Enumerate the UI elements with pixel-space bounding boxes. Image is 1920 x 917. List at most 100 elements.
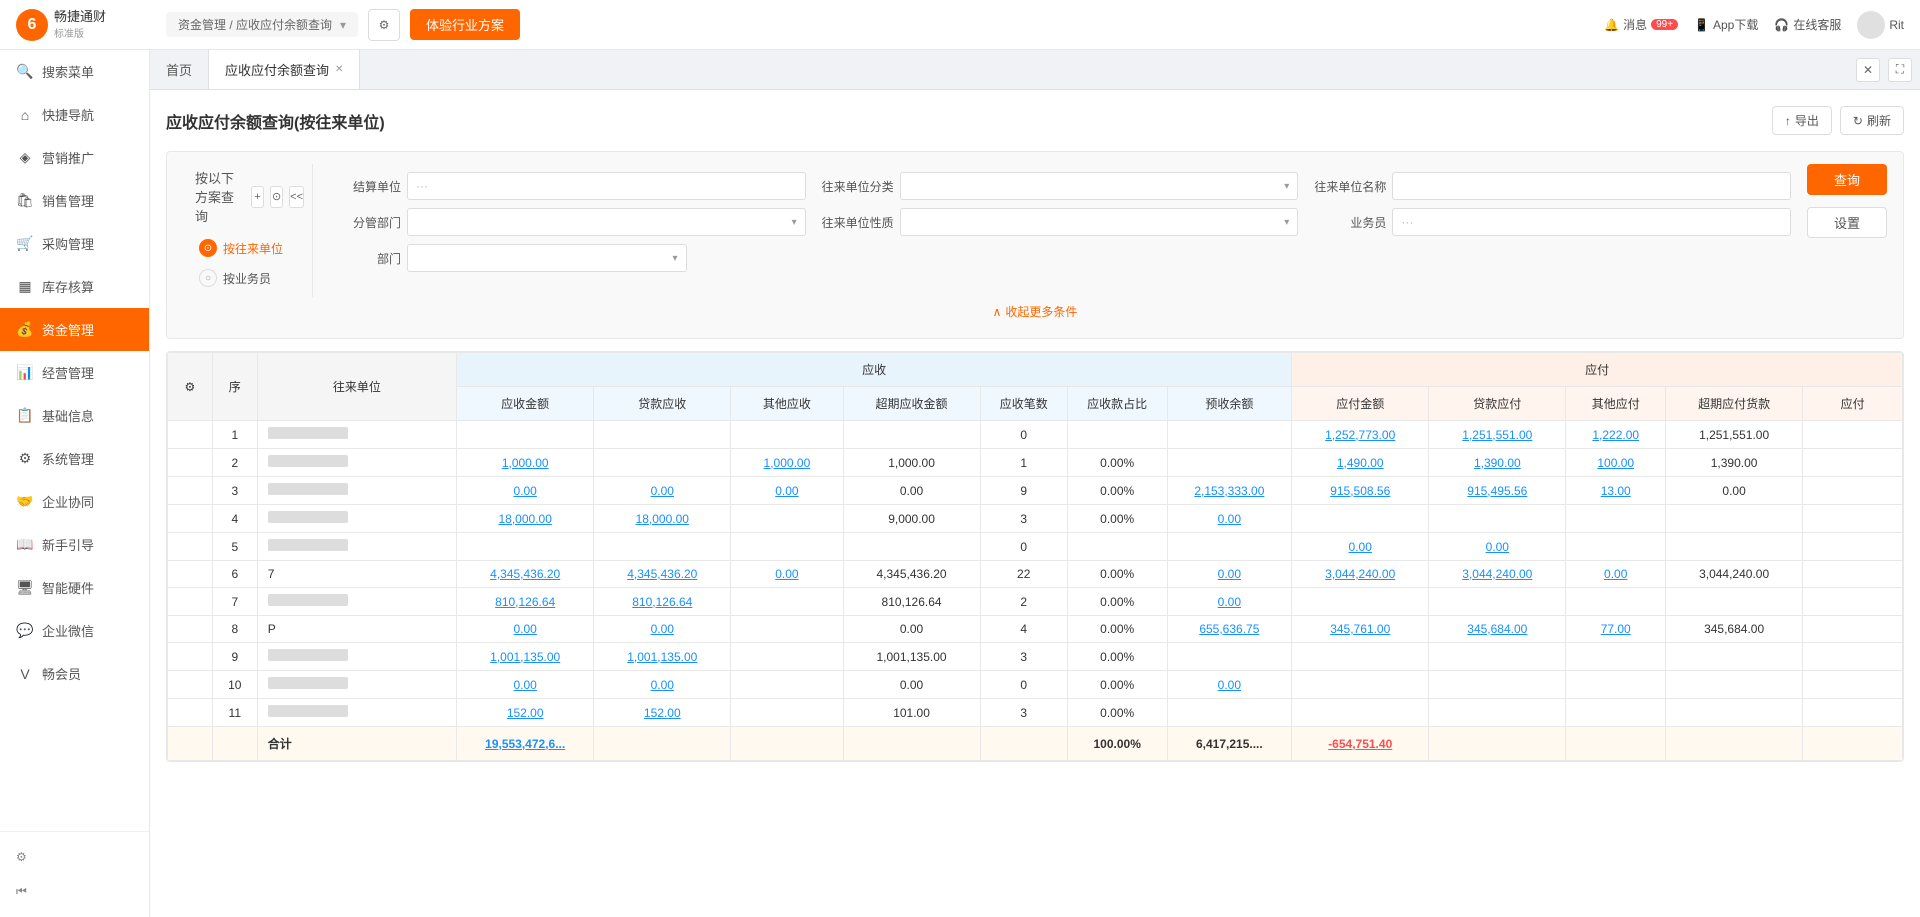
industry-solution-button[interactable]: 体验行业方案 (410, 9, 520, 40)
table-cell (1803, 421, 1903, 449)
table-cell[interactable]: 810,126.64 (594, 588, 731, 616)
th-partner: 往来单位 (257, 353, 456, 421)
settlement-unit-input[interactable]: ··· (407, 172, 806, 200)
sidebar-settings-button[interactable]: ⚙ (0, 840, 149, 874)
table-cell (594, 533, 731, 561)
user-area[interactable]: Rit (1857, 11, 1904, 39)
sidebar-item-marketing[interactable]: ◈ 营销推广 (0, 136, 149, 179)
filter-collapse-button[interactable]: << (289, 186, 304, 208)
query-option-by-salesman[interactable]: ○ 按业务员 (187, 263, 312, 293)
query-button[interactable]: 查询 (1807, 164, 1887, 195)
table-cell[interactable]: 1,490.00 (1292, 449, 1429, 477)
th-settings[interactable]: ⚙ (168, 353, 213, 421)
sidebar-collapse-button[interactable]: ⏮ (0, 874, 149, 909)
department-input[interactable]: ▾ (407, 244, 687, 272)
table-cell[interactable]: 13.00 (1566, 477, 1666, 505)
table-cell[interactable]: 1,000.00 (457, 449, 594, 477)
app-download-button[interactable]: 📱 App下载 (1694, 16, 1758, 33)
table-cell[interactable]: 1,390.00 (1429, 449, 1566, 477)
supervisor-dept-input[interactable]: ▾ (407, 208, 806, 236)
tab-close-window-button[interactable]: ✕ (1856, 58, 1880, 82)
sidebar-item-finance[interactable]: 💰 资金管理 (0, 308, 149, 351)
sidebar-item-basic[interactable]: 📋 基础信息 (0, 394, 149, 437)
table-cell[interactable]: 810,126.64 (457, 588, 594, 616)
table-cell[interactable]: 915,508.56 (1292, 477, 1429, 505)
table-cell[interactable]: 0.00 (1167, 671, 1292, 699)
table-cell[interactable]: 915,495.56 (1429, 477, 1566, 505)
footer-rec-total[interactable]: 19,553,472,6... (457, 727, 594, 761)
filter-options-button[interactable]: ⊙ (270, 186, 283, 208)
table-cell[interactable]: 0.00 (1429, 533, 1566, 561)
table-cell[interactable]: 0.00 (1292, 533, 1429, 561)
table-cell: 10 (212, 671, 257, 699)
tab-maximize-button[interactable]: ⛶ (1888, 58, 1912, 82)
table-cell[interactable]: 1,251,551.00 (1429, 421, 1566, 449)
tab-home[interactable]: 首页 (150, 50, 209, 89)
sidebar-item-wechat[interactable]: 💬 企业微信 (0, 609, 149, 652)
query-option-by-partner[interactable]: ⊙ 按往来单位 (187, 233, 312, 263)
table-cell[interactable]: 4,345,436.20 (594, 561, 731, 588)
export-button[interactable]: ↑ 导出 (1772, 106, 1832, 135)
table-cell[interactable]: 1,001,135.00 (457, 643, 594, 671)
table-cell[interactable]: 3,044,240.00 (1292, 561, 1429, 588)
online-service-button[interactable]: 🎧 在线客服 (1774, 16, 1841, 33)
table-cell[interactable]: 0.00 (457, 616, 594, 643)
table-cell[interactable]: 3,044,240.00 (1429, 561, 1566, 588)
table-cell[interactable]: 0.00 (1167, 505, 1292, 533)
table-cell[interactable]: 18,000.00 (457, 505, 594, 533)
refresh-button[interactable]: ↻ 刷新 (1840, 106, 1904, 135)
table-cell[interactable]: 0.00 (457, 671, 594, 699)
table-cell[interactable]: 0.00 (594, 671, 731, 699)
tab-close-icon[interactable]: ✕ (335, 64, 343, 75)
table-cell[interactable]: 1,001,135.00 (594, 643, 731, 671)
row-settings (168, 533, 213, 561)
table-cell[interactable]: 0.00 (457, 477, 594, 505)
sidebar-item-inventory[interactable]: ▦ 库存核算 (0, 265, 149, 308)
notification-button[interactable]: 🔔 消息 99+ (1604, 16, 1678, 33)
table-cell[interactable]: 77.00 (1566, 616, 1666, 643)
table-cell[interactable]: 18,000.00 (594, 505, 731, 533)
filter-settlement-unit: 结算单位 ··· (329, 172, 806, 200)
partner-category-input[interactable]: ▾ (900, 172, 1299, 200)
breadcrumb-dropdown-icon[interactable]: ▾ (340, 18, 346, 32)
table-cell[interactable]: 0.00 (1167, 561, 1292, 588)
sidebar-item-enterprise[interactable]: 🤝 企业协同 (0, 480, 149, 523)
partner-name-input[interactable] (1392, 172, 1791, 200)
table-cell[interactable]: 1,252,773.00 (1292, 421, 1429, 449)
sidebar-item-search[interactable]: 🔍 搜索菜单 (0, 50, 149, 93)
sidebar-item-quicknav[interactable]: ⌂ 快捷导航 (0, 93, 149, 136)
table-cell[interactable]: 655,636.75 (1167, 616, 1292, 643)
sidebar-item-operations[interactable]: 📊 经营管理 (0, 351, 149, 394)
table-cell[interactable]: 152.00 (594, 699, 731, 727)
table-cell[interactable]: 345,761.00 (1292, 616, 1429, 643)
footer-pay-total[interactable]: -654,751.40 (1292, 727, 1429, 761)
table-cell[interactable]: 0.00 (1566, 561, 1666, 588)
sidebar-item-guide[interactable]: 📖 新手引导 (0, 523, 149, 566)
partner-nature-input[interactable]: ▾ (900, 208, 1299, 236)
salesman-input[interactable]: ··· (1392, 208, 1791, 236)
table-cell[interactable]: 0.00 (1167, 588, 1292, 616)
tab-query[interactable]: 应收应付余额查询 ✕ (209, 50, 360, 89)
top-header: 6 畅捷通财 标准版 资金管理 / 应收应付余额查询 ▾ ⚙ 体验行业方案 🔔 … (0, 0, 1920, 50)
table-cell[interactable]: 0.00 (731, 561, 843, 588)
table-cell[interactable]: 4,345,436.20 (457, 561, 594, 588)
table-cell[interactable]: 100.00 (1566, 449, 1666, 477)
table-cell[interactable]: 152.00 (457, 699, 594, 727)
table-cell[interactable]: 1,222.00 (1566, 421, 1666, 449)
chevron-up-icon: ∧ (993, 305, 1002, 319)
sidebar-item-sales[interactable]: 🛍 销售管理 (0, 179, 149, 222)
sidebar-item-system[interactable]: ⚙ 系统管理 (0, 437, 149, 480)
table-cell[interactable]: 1,000.00 (731, 449, 843, 477)
table-cell[interactable]: 0.00 (594, 477, 731, 505)
filter-settings-button[interactable]: 设置 (1807, 207, 1887, 238)
filter-add-button[interactable]: + (251, 186, 264, 208)
table-cell[interactable]: 0.00 (594, 616, 731, 643)
collapse-more-row[interactable]: ∧ 收起更多条件 (183, 297, 1887, 326)
table-cell[interactable]: 0.00 (731, 477, 843, 505)
sidebar-item-hardware[interactable]: 🖥 智能硬件 (0, 566, 149, 609)
header-gear-button[interactable]: ⚙ (368, 9, 400, 41)
sidebar-item-purchase[interactable]: 🛒 采购管理 (0, 222, 149, 265)
table-cell[interactable]: 2,153,333.00 (1167, 477, 1292, 505)
table-cell[interactable]: 345,684.00 (1429, 616, 1566, 643)
sidebar-item-member[interactable]: V 畅会员 (0, 652, 149, 695)
